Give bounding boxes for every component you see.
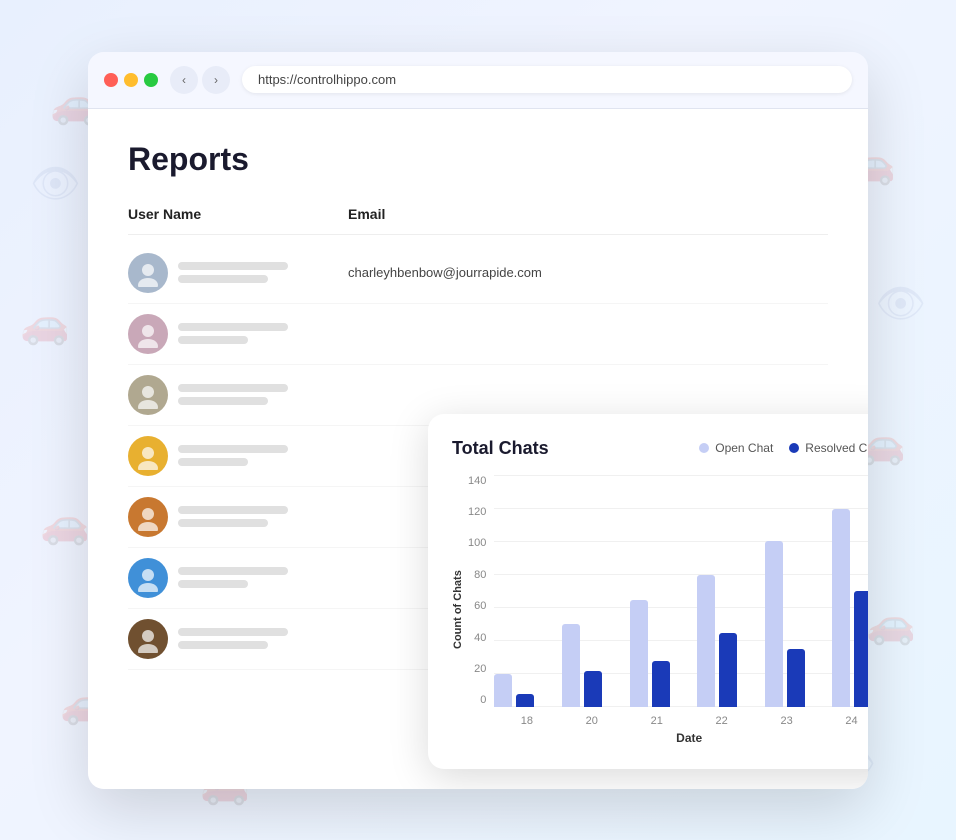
user-cell	[128, 375, 348, 415]
avatar	[128, 375, 168, 415]
chart-area: 140 120 100 80 60 40 20 0	[468, 475, 868, 745]
bars-container	[494, 475, 868, 707]
bar-open-18	[494, 674, 512, 707]
chart-title: Total Chats	[452, 438, 549, 459]
avatar	[128, 314, 168, 354]
legend-resolved-chat: Resolved Chat	[789, 441, 868, 455]
user-placeholder	[178, 506, 288, 527]
x-label-22: 22	[689, 715, 754, 727]
x-label-20: 20	[559, 715, 624, 727]
minimize-button[interactable]	[124, 73, 138, 87]
chart-legend: Open Chat Resolved Chat	[699, 441, 868, 455]
user-cell	[128, 497, 348, 537]
bar-group-22	[697, 575, 749, 707]
avatar	[128, 558, 168, 598]
user-placeholder	[178, 628, 288, 649]
avatar	[128, 497, 168, 537]
bar-open-23	[765, 541, 783, 707]
page-title: Reports	[128, 141, 828, 178]
table-row: charleyhbenbow@jourrapide.com	[128, 243, 828, 304]
user-cell	[128, 558, 348, 598]
open-chat-label: Open Chat	[715, 441, 773, 455]
avatar	[128, 619, 168, 659]
resolved-chat-dot	[789, 443, 799, 453]
browser-content: Reports User Name Email	[88, 109, 868, 789]
forward-button[interactable]: ›	[202, 66, 230, 94]
chart-body: 18 20 21 22 23 24 Date	[494, 475, 868, 745]
bar-resolved-24	[854, 591, 868, 707]
bar-resolved-23	[787, 649, 805, 707]
traffic-lights	[104, 73, 158, 87]
user-placeholder	[178, 445, 288, 466]
user-placeholder	[178, 384, 288, 405]
avatar	[128, 253, 168, 293]
table-row	[128, 304, 828, 365]
email-column-header: Email	[348, 206, 828, 222]
user-placeholder	[178, 567, 288, 588]
user-cell	[128, 619, 348, 659]
name-placeholder	[178, 262, 288, 270]
name-placeholder	[178, 628, 288, 636]
user-placeholder	[178, 323, 288, 344]
name-placeholder	[178, 323, 288, 331]
maximize-button[interactable]	[144, 73, 158, 87]
name-placeholder	[178, 506, 288, 514]
name-placeholder	[178, 445, 288, 453]
name-placeholder	[178, 567, 288, 575]
username-column-header: User Name	[128, 206, 348, 222]
name-placeholder	[178, 384, 288, 392]
role-placeholder	[178, 275, 268, 283]
y-axis: 140 120 100 80 60 40 20 0	[468, 475, 494, 735]
user-cell	[128, 314, 348, 354]
x-label-21: 21	[624, 715, 689, 727]
role-placeholder	[178, 397, 268, 405]
bar-open-20	[562, 624, 580, 707]
nav-buttons: ‹ ›	[170, 66, 230, 94]
browser-titlebar: ‹ › https://controlhippo.com	[88, 52, 868, 109]
resolved-chat-label: Resolved Chat	[805, 441, 868, 455]
bar-open-22	[697, 575, 715, 707]
x-axis: 18 20 21 22 23 24	[494, 707, 868, 727]
table-header: User Name Email	[128, 206, 828, 235]
y-axis-title: Count of Chats	[452, 475, 464, 745]
back-button[interactable]: ‹	[170, 66, 198, 94]
x-label-24: 24	[819, 715, 868, 727]
role-placeholder	[178, 458, 248, 466]
x-label-18: 18	[494, 715, 559, 727]
bar-open-21	[630, 600, 648, 707]
close-button[interactable]	[104, 73, 118, 87]
role-placeholder	[178, 641, 268, 649]
role-placeholder	[178, 519, 268, 527]
x-label-23: 23	[754, 715, 819, 727]
bar-group-23	[765, 541, 817, 707]
x-axis-title: Date	[494, 731, 868, 745]
address-bar[interactable]: https://controlhippo.com	[242, 66, 852, 93]
bar-group-24	[832, 509, 868, 707]
avatar	[128, 436, 168, 476]
bar-resolved-21	[652, 661, 670, 707]
browser-window: ‹ › https://controlhippo.com Reports Use…	[88, 52, 868, 789]
chart-header: Total Chats Open Chat Resolved Chat	[452, 438, 868, 459]
chart-with-labels: Count of Chats 140 120 100 80 60 40 20 0	[452, 475, 868, 745]
bar-open-24	[832, 509, 850, 707]
bar-group-21	[630, 600, 682, 707]
open-chat-dot	[699, 443, 709, 453]
bar-group-18	[494, 674, 546, 707]
bar-resolved-20	[584, 671, 602, 707]
bar-resolved-22	[719, 633, 737, 707]
legend-open-chat: Open Chat	[699, 441, 773, 455]
chart-overlay: Total Chats Open Chat Resolved Chat Coun…	[428, 414, 868, 769]
user-placeholder	[178, 262, 288, 283]
user-cell	[128, 436, 348, 476]
chart-inner: 140 120 100 80 60 40 20 0	[468, 475, 868, 745]
bar-resolved-18	[516, 694, 534, 707]
user-cell	[128, 253, 348, 293]
bar-group-20	[562, 624, 614, 707]
role-placeholder	[178, 580, 248, 588]
role-placeholder	[178, 336, 248, 344]
email-cell: charleyhbenbow@jourrapide.com	[348, 265, 828, 280]
